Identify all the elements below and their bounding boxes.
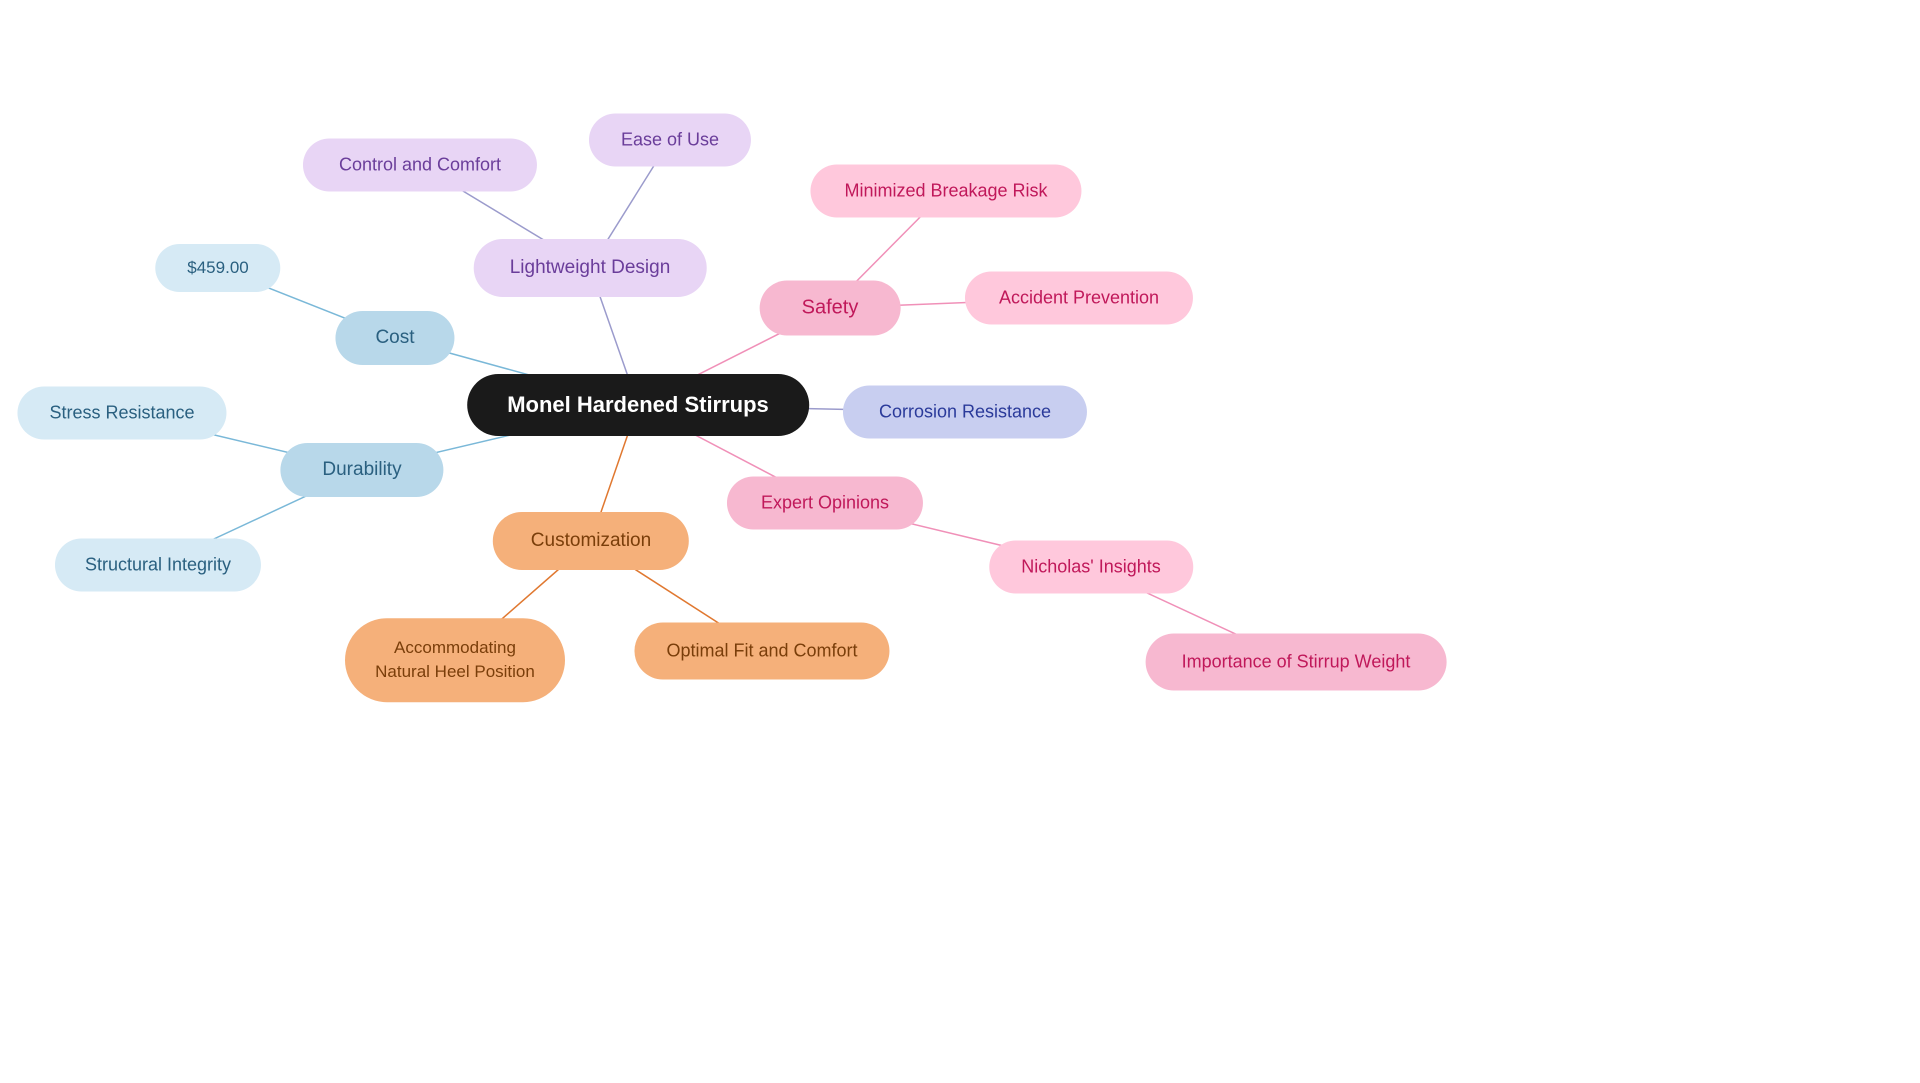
safety-node[interactable]: Safety — [760, 281, 901, 336]
ease-of-use-node[interactable]: Ease of Use — [589, 114, 751, 167]
price-node[interactable]: $459.00 — [155, 244, 280, 292]
accommodating-heel-node[interactable]: Accommodating Natural Heel Position — [345, 618, 565, 702]
importance-stirrup-node[interactable]: Importance of Stirrup Weight — [1146, 634, 1447, 691]
customization-node[interactable]: Customization — [493, 512, 689, 570]
lightweight-design-node[interactable]: Lightweight Design — [474, 239, 707, 297]
expert-opinions-node[interactable]: Expert Opinions — [727, 477, 923, 530]
durability-node[interactable]: Durability — [280, 443, 443, 497]
optimal-fit-node[interactable]: Optimal Fit and Comfort — [634, 623, 889, 680]
corrosion-resistance-node[interactable]: Corrosion Resistance — [843, 386, 1087, 439]
control-comfort-node[interactable]: Control and Comfort — [303, 139, 537, 192]
structural-integrity-node[interactable]: Structural Integrity — [55, 539, 261, 592]
center-node[interactable]: Monel Hardened Stirrups — [467, 374, 809, 436]
cost-node[interactable]: Cost — [335, 311, 454, 365]
stress-resistance-node[interactable]: Stress Resistance — [17, 387, 226, 440]
nicholas-insights-node[interactable]: Nicholas' Insights — [989, 541, 1193, 594]
minimized-breakage-node[interactable]: Minimized Breakage Risk — [810, 165, 1081, 218]
accident-prevention-node[interactable]: Accident Prevention — [965, 272, 1193, 325]
